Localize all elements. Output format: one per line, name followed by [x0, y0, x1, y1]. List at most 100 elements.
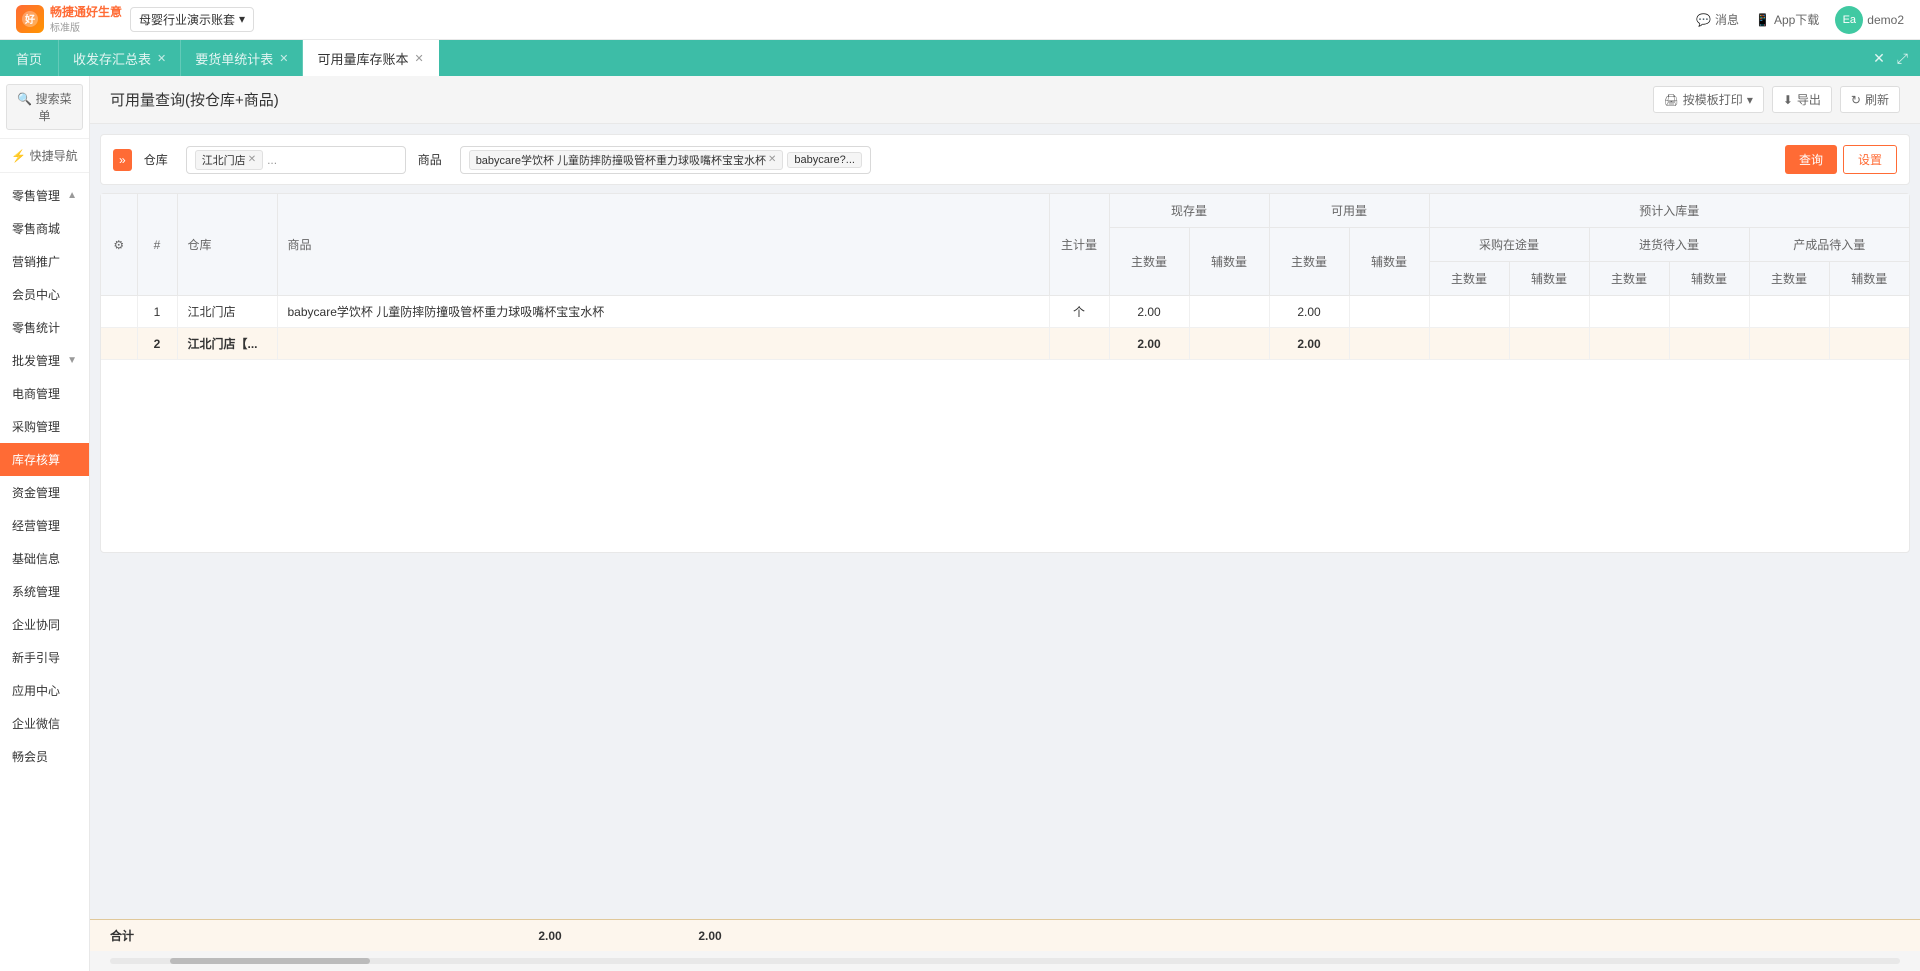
tab-close-shoufayehui[interactable]: ✕ — [157, 52, 166, 65]
th-in-main: 主数量 — [1589, 262, 1669, 296]
sidebar-item-marketing[interactable]: 营销推广 — [0, 245, 89, 278]
th-unit: 主计量 — [1049, 194, 1109, 296]
sidebar-item-purchase[interactable]: 采购管理 — [0, 410, 89, 443]
sidebar-item-enterprise-collab[interactable]: 企业协同 — [0, 608, 89, 641]
settings-btn[interactable]: 设置 — [1843, 145, 1897, 174]
product-tag-2: babycare?... — [787, 152, 862, 168]
tab-home[interactable]: 首页 — [0, 40, 59, 76]
th-production-pending: 产成品待入量 — [1749, 228, 1909, 262]
cell-pur-sub-2 — [1509, 328, 1589, 360]
cell-pur-main-1 — [1429, 296, 1509, 328]
page-header: 可用量查询(按仓库+商品) 🖨 按模板打印 ▾ ⬇ 导出 ↻ 刷新 — [90, 76, 1920, 124]
scroll-thumb[interactable] — [170, 958, 370, 964]
product-input[interactable]: babycare学饮杯 儿童防摔防撞吸管杯重力球吸嘴杯宝宝水杯 ✕ babyca… — [460, 146, 871, 174]
sidebar-item-member[interactable]: 会员中心 — [0, 278, 89, 311]
message-icon: 💬 — [1696, 13, 1711, 27]
warehouse-input[interactable]: 江北门店 ✕ ... — [186, 146, 406, 174]
sidebar-item-system[interactable]: 系统管理 — [0, 575, 89, 608]
footer-inv-main: 2.00 — [510, 929, 590, 943]
search-menu-btn[interactable]: 🔍 搜索菜单 — [6, 84, 83, 130]
warehouse-tag-close[interactable]: ✕ — [248, 154, 256, 165]
cell-pur-main-2 — [1429, 328, 1509, 360]
th-prod-sub: 辅数量 — [1829, 262, 1909, 296]
export-btn[interactable]: ⬇ 导出 — [1772, 86, 1832, 113]
page-actions: 🖨 按模板打印 ▾ ⬇ 导出 ↻ 刷新 — [1653, 86, 1900, 113]
cell-prod-main-2 — [1749, 328, 1829, 360]
warehouse-more[interactable]: ... — [267, 153, 277, 167]
cell-in-sub-1 — [1669, 296, 1749, 328]
sidebar-item-batch-mgmt[interactable]: 批发管理 ▼ — [0, 344, 89, 377]
cell-pur-sub-1 — [1509, 296, 1589, 328]
tab-keyongliang[interactable]: 可用量库存账本 ✕ — [303, 40, 438, 76]
sidebar-search-area: 🔍 搜索菜单 — [0, 76, 89, 139]
footer-avail-main: 2.00 — [670, 929, 750, 943]
tab-shoufayehui[interactable]: 收发存汇总表 ✕ — [59, 40, 181, 76]
logo-icon: 好 — [16, 5, 44, 33]
th-inv-main: 主数量 — [1109, 228, 1189, 296]
th-inv-sub: 辅数量 — [1189, 228, 1269, 296]
message-btn[interactable]: 💬 消息 — [1696, 11, 1739, 28]
table-row: 1 江北门店 babycare学饮杯 儿童防摔防撞吸管杯重力球吸嘴杯宝宝水杯 个… — [101, 296, 1909, 328]
th-available-group: 可用量 — [1269, 194, 1429, 228]
sidebar-item-new-guide[interactable]: 新手引导 — [0, 641, 89, 674]
export-icon: ⬇ — [1783, 93, 1793, 107]
logo-sub: 标准版 — [50, 19, 122, 34]
svg-text:好: 好 — [24, 13, 35, 26]
product-label: 商品 — [418, 151, 448, 168]
user-avatar[interactable]: Ea demo2 — [1835, 6, 1904, 34]
tab-yaohuo[interactable]: 要货单统计表 ✕ — [181, 40, 303, 76]
app-download-btn[interactable]: 📱 App下载 — [1755, 11, 1819, 28]
tab-close-keyongliang[interactable]: ✕ — [415, 52, 424, 65]
cell-prod-sub-2 — [1829, 328, 1909, 360]
sidebar-item-zero-stats[interactable]: 零售统计 — [0, 311, 89, 344]
logo-text: 畅捷通好生意 — [50, 5, 122, 19]
sidebar-item-vip[interactable]: 畅会员 — [0, 740, 89, 773]
filter-section: » 仓库 江北门店 ✕ ... 商品 babycare学饮杯 儿童防摔防撞吸管杯… — [100, 134, 1910, 185]
cell-no-1: 1 — [137, 296, 177, 328]
cell-in-main-2 — [1589, 328, 1669, 360]
cell-product-1: babycare学饮杯 儿童防摔防撞吸管杯重力球吸嘴杯宝宝水杯 — [277, 296, 1049, 328]
th-prod-main: 主数量 — [1749, 262, 1829, 296]
th-pur-main: 主数量 — [1429, 262, 1509, 296]
th-in-sub: 辅数量 — [1669, 262, 1749, 296]
cell-inv-main-2: 2.00 — [1109, 328, 1189, 360]
print-icon: 🖨 — [1664, 93, 1679, 107]
query-btn[interactable]: 查询 — [1785, 145, 1837, 174]
cell-inv-sub-1 — [1189, 296, 1269, 328]
table-row: 2 江北门店【... 2.00 2.00 — [101, 328, 1909, 360]
cell-prod-main-1 — [1749, 296, 1829, 328]
refresh-btn[interactable]: ↻ 刷新 — [1840, 86, 1900, 113]
sidebar-item-zero-mall[interactable]: 零售商城 — [0, 212, 89, 245]
scroll-track[interactable] — [110, 958, 1900, 964]
product-tag-1: babycare学饮杯 儿童防摔防撞吸管杯重力球吸嘴杯宝宝水杯 ✕ — [469, 150, 784, 170]
sidebar: 🔍 搜索菜单 ⚡ 快捷导航 零售管理 ▲ 零售商城 营销推广 会员中心 零售统计… — [0, 76, 90, 971]
gear-icon[interactable]: ⚙ — [113, 238, 124, 252]
sidebar-item-ecommerce[interactable]: 电商管理 — [0, 377, 89, 410]
cell-no-2: 2 — [137, 328, 177, 360]
sidebar-item-zero-sales[interactable]: 零售管理 ▲ — [0, 179, 89, 212]
th-inventory-group: 现存量 — [1109, 194, 1269, 228]
th-product: 商品 — [277, 194, 1049, 296]
cell-inv-main-1: 2.00 — [1109, 296, 1189, 328]
th-purchase-pending: 进货待入量 — [1589, 228, 1749, 262]
filter-expand-btn[interactable]: » — [113, 149, 132, 171]
sidebar-item-operations[interactable]: 经营管理 — [0, 509, 89, 542]
company-selector[interactable]: 母婴行业演示账套 ▾ — [130, 7, 254, 32]
close-all-tabs-icon[interactable]: ✕ — [1869, 46, 1889, 71]
sidebar-item-basic-info[interactable]: 基础信息 — [0, 542, 89, 575]
product-tag-1-close[interactable]: ✕ — [768, 154, 776, 165]
sidebar-item-app-center[interactable]: 应用中心 — [0, 674, 89, 707]
quick-nav-btn[interactable]: ⚡ 快捷导航 — [0, 139, 89, 173]
sidebar-item-enterprise-wechat[interactable]: 企业微信 — [0, 707, 89, 740]
th-gear: ⚙ — [101, 194, 137, 296]
cell-prod-sub-1 — [1829, 296, 1909, 328]
print-template-btn[interactable]: 🖨 按模板打印 ▾ — [1653, 86, 1764, 113]
sidebar-item-finance[interactable]: 资金管理 — [0, 476, 89, 509]
refresh-icon: ↻ — [1851, 93, 1861, 107]
sidebar-item-inventory[interactable]: 库存核算 — [0, 443, 89, 476]
cell-unit-1: 个 — [1049, 296, 1109, 328]
tab-close-yaohuo[interactable]: ✕ — [279, 52, 288, 65]
fullscreen-icon[interactable]: ⤢ — [1893, 46, 1912, 71]
content-area: 可用量查询(按仓库+商品) 🖨 按模板打印 ▾ ⬇ 导出 ↻ 刷新 — [90, 76, 1920, 971]
cell-in-main-1 — [1589, 296, 1669, 328]
